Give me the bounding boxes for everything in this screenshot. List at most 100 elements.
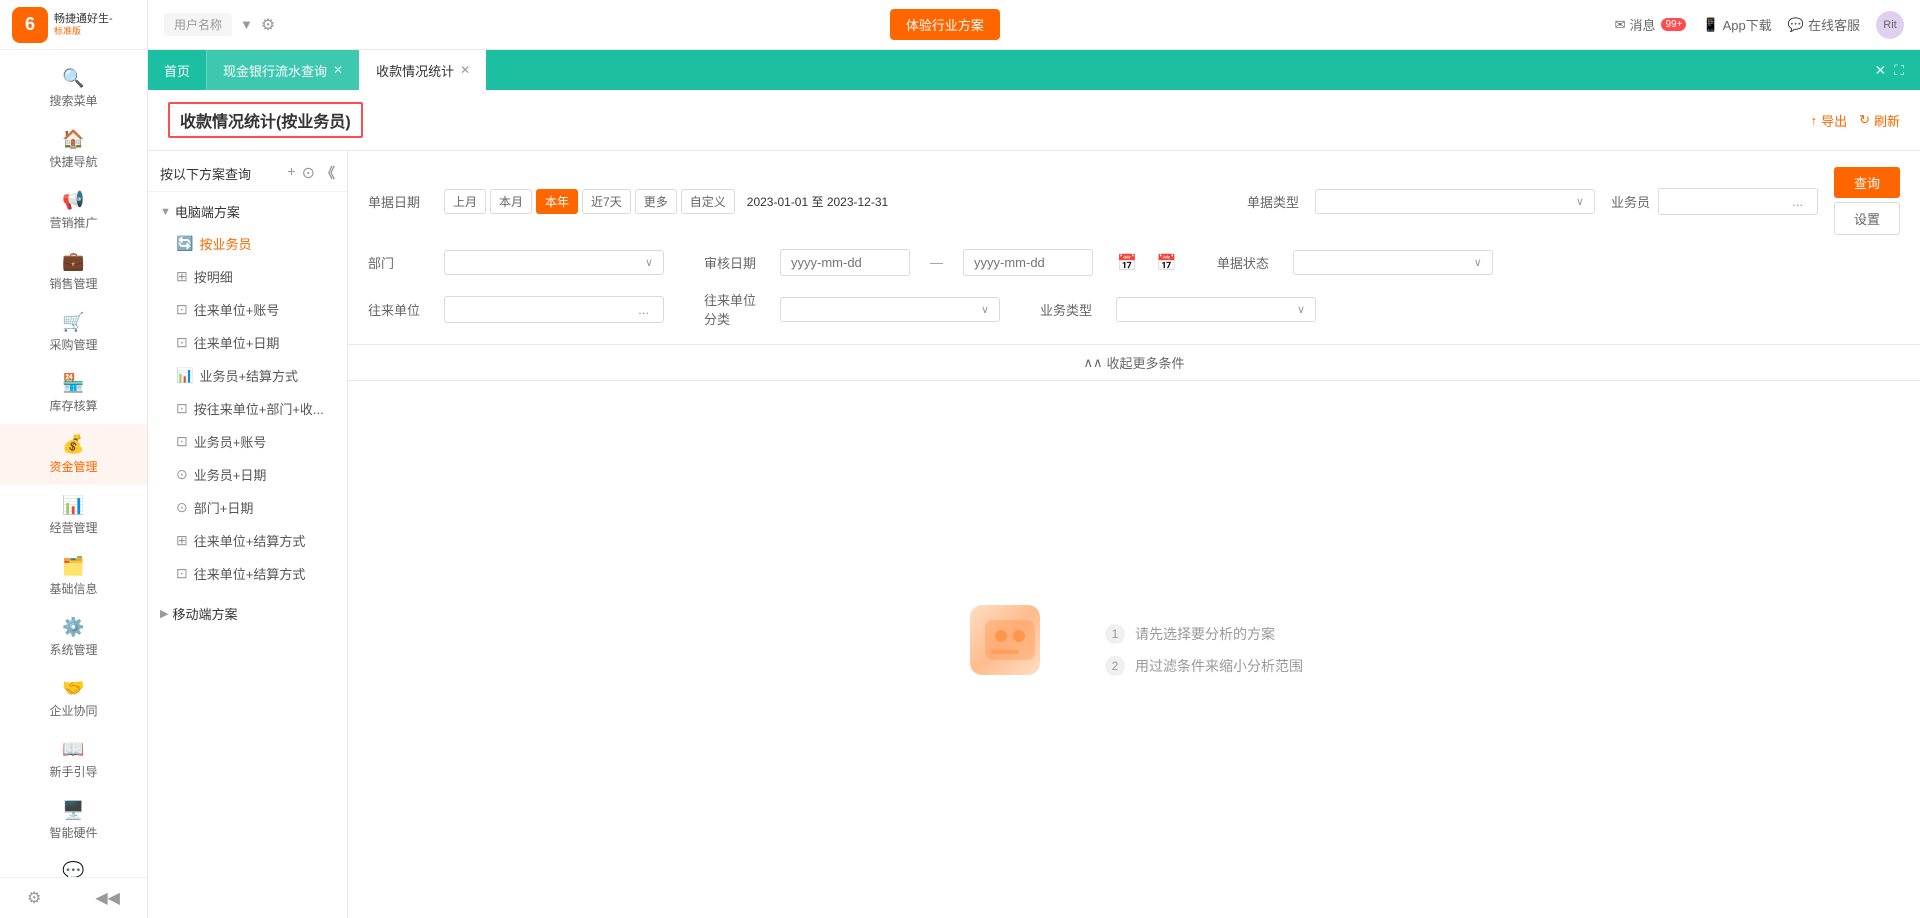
date-custom[interactable]: 自定义 — [681, 189, 735, 214]
service-icon: 💬 — [1788, 17, 1804, 33]
scheme-salesperson-date2[interactable]: ⊙ 业务员+日期 — [148, 458, 347, 491]
home-icon: 🏠 — [62, 129, 84, 150]
filter-row-1: 单据日期 上月 本月 本年 近7天 更多 自定义 2023-01-01 至 20… — [368, 167, 1900, 235]
calendar-from-icon[interactable]: 📅 — [1117, 253, 1137, 273]
collapse-bar[interactable]: ∧∧ 收起更多条件 — [348, 345, 1920, 381]
dept-select[interactable]: ∨ — [444, 250, 664, 275]
scheme-salesperson-account[interactable]: ⊡ 业务员+账号 — [148, 425, 347, 458]
dropdown-icon[interactable]: ▼ — [240, 17, 253, 32]
partner-dots[interactable]: ... — [638, 302, 649, 317]
wechat-icon: 💬 — [62, 861, 84, 877]
content-area: 按以下方案查询 + ⊙ 《 — [148, 151, 1920, 918]
message-button[interactable]: ✉ 消息 99+ — [1615, 15, 1687, 34]
trial-button[interactable]: 体验行业方案 — [890, 9, 1000, 40]
tab-collection-close[interactable]: ✕ — [460, 63, 470, 77]
scheme-salesperson-account-label: 业务员+账号 — [194, 432, 267, 451]
scheme-salesperson-settle[interactable]: 📊 业务员+结算方式 — [148, 359, 347, 392]
audit-date-from-input[interactable] — [780, 249, 910, 276]
desktop-group-label: 电脑端方案 — [175, 202, 240, 221]
sidebar-item-search[interactable]: 🔍 搜索菜单 — [0, 58, 147, 119]
mobile-group-header[interactable]: ▶ 移动端方案 — [148, 598, 347, 629]
scheme-partner-date[interactable]: ⊡ 往来单位+日期 — [148, 326, 347, 359]
query-button[interactable]: 查询 — [1834, 167, 1900, 198]
sidebar-item-guide[interactable]: 📖 新手引导 — [0, 729, 147, 790]
inventory-icon: 🏪 — [62, 373, 84, 394]
collapse-sidebar-icon[interactable]: ◀◀ — [95, 888, 120, 908]
sidebar-item-inventory[interactable]: 🏪 库存核算 — [0, 363, 147, 424]
doc-status-label: 单据状态 — [1217, 253, 1277, 272]
audit-date-to-input[interactable] — [963, 249, 1093, 276]
filter-settings-button[interactable]: 设置 — [1834, 202, 1900, 235]
right-panel: 单据日期 上月 本月 本年 近7天 更多 自定义 2023-01-01 至 20… — [348, 151, 1920, 918]
collapse-panel-icon[interactable]: 《 — [321, 163, 335, 183]
sidebar-item-purchase[interactable]: 🛒 采购管理 — [0, 302, 147, 363]
date-separator: — — [930, 255, 943, 270]
partner-type-select[interactable]: ∨ — [780, 297, 1000, 322]
salesperson-settle-icon: 📊 — [176, 367, 193, 384]
sidebar-bottom: ⚙ ◀◀ — [0, 877, 147, 918]
settings-bottom-icon[interactable]: ⚙ — [27, 888, 41, 908]
date-more[interactable]: 更多 — [635, 189, 677, 214]
date-last-month[interactable]: 上月 — [444, 189, 486, 214]
tab-collection[interactable]: 收款情况统计 ✕ — [359, 50, 486, 90]
scheme-partner-settle2[interactable]: ⊡ 往来单位+结算方式 — [148, 557, 347, 590]
dept-label: 部门 — [368, 253, 428, 272]
scheme-partner-account[interactable]: ⊡ 往来单位+账号 — [148, 293, 347, 326]
desktop-group-header[interactable]: ▼ 电脑端方案 — [148, 196, 347, 227]
date-7days[interactable]: 近7天 — [582, 189, 631, 214]
calendar-to-icon[interactable]: 📅 — [1157, 253, 1177, 273]
main-content: 用户名称 ▼ ⚙ 体验行业方案 ✉ 消息 99+ 📱 App下载 💬 — [148, 0, 1920, 918]
add-scheme-icon[interactable]: + — [287, 163, 295, 183]
scheme-partner-dept[interactable]: ⊡ 按往来单位+部门+收... — [148, 392, 347, 425]
message-badge: 99+ — [1661, 18, 1686, 31]
marketing-icon: 📢 — [62, 190, 84, 211]
partner-settle-icon: ⊞ — [176, 532, 188, 549]
user-avatar[interactable]: Rit — [1876, 11, 1904, 39]
sidebar-item-finance[interactable]: 💰 资金管理 — [0, 424, 147, 485]
sidebar-item-system[interactable]: ⚙️ 系统管理 — [0, 607, 147, 668]
app-download-button[interactable]: 📱 App下载 — [1702, 15, 1771, 34]
salesperson-select[interactable]: ... — [1658, 188, 1818, 215]
left-panel-actions: + ⊙ 《 — [287, 163, 335, 183]
scheme-partner-settle-label: 往来单位+结算方式 — [194, 531, 306, 550]
biz-type-select[interactable]: ∨ — [1116, 297, 1316, 322]
doc-status-select[interactable]: ∨ — [1293, 250, 1493, 275]
empty-tips: 1 请先选择要分析的方案 2 用过滤条件来缩小分析范围 — [1105, 624, 1303, 676]
date-buttons: 上月 本月 本年 近7天 更多 自定义 2023-01-01 至 2023-12… — [444, 189, 888, 214]
tab-bank[interactable]: 现金银行流水查询 ✕ — [206, 50, 359, 90]
sidebar-item-sales[interactable]: 💼 销售管理 — [0, 241, 147, 302]
collapse-button[interactable]: ∧∧ 收起更多条件 — [1083, 353, 1184, 372]
sidebar-item-basic[interactable]: 🗂️ 基础信息 — [0, 546, 147, 607]
sidebar-item-enterprise[interactable]: 🤝 企业协同 — [0, 668, 147, 729]
online-service-button[interactable]: 💬 在线客服 — [1788, 15, 1860, 34]
partner-select[interactable]: ... — [444, 296, 664, 323]
scheme-partner-settle[interactable]: ⊞ 往来单位+结算方式 — [148, 524, 347, 557]
empty-content: 1 请先选择要分析的方案 2 用过滤条件来缩小分析范围 — [965, 600, 1303, 700]
scheme-dept-date[interactable]: ⊙ 部门+日期 — [148, 491, 347, 524]
maximize-window-icon[interactable]: ⛶ — [1894, 62, 1904, 79]
date-this-month[interactable]: 本月 — [490, 189, 532, 214]
tab-bar: 首页 现金银行流水查询 ✕ 收款情况统计 ✕ ✕ ⛶ — [148, 50, 1920, 90]
sidebar-item-marketing[interactable]: 📢 营销推广 — [0, 180, 147, 241]
scheme-by-detail[interactable]: ⊞ 按明细 — [148, 260, 347, 293]
scheme-by-salesperson[interactable]: 🔄 按业务员 — [148, 227, 347, 260]
header-left: 用户名称 ▼ ⚙ — [164, 13, 275, 36]
date-this-year[interactable]: 本年 — [536, 189, 578, 214]
export-icon: ↑ — [1811, 113, 1818, 128]
sidebar-item-shortcut[interactable]: 🏠 快捷导航 — [0, 119, 147, 180]
tip-num-1: 1 — [1105, 624, 1125, 644]
sidebar-item-wechat[interactable]: 💬 企业微信 — [0, 851, 147, 877]
doc-type-select[interactable]: ∨ — [1315, 189, 1595, 214]
partner-type-label: 往来单位分类 — [704, 290, 764, 328]
sidebar-item-hardware[interactable]: 🖥️ 智能硬件 — [0, 790, 147, 851]
close-window-icon[interactable]: ✕ — [1874, 62, 1886, 79]
refresh-button[interactable]: ↻ 刷新 — [1859, 111, 1900, 130]
scheme-settings-icon[interactable]: ⊙ — [302, 163, 315, 183]
salesperson-dots[interactable]: ... — [1792, 194, 1803, 209]
tab-home[interactable]: 首页 — [148, 50, 206, 90]
tab-bank-close[interactable]: ✕ — [333, 63, 343, 77]
header-settings-icon[interactable]: ⚙ — [261, 15, 275, 35]
export-button[interactable]: ↑ 导出 — [1811, 111, 1848, 130]
sidebar-item-operation[interactable]: 📊 经营管理 — [0, 485, 147, 546]
empty-illustration — [965, 600, 1065, 700]
